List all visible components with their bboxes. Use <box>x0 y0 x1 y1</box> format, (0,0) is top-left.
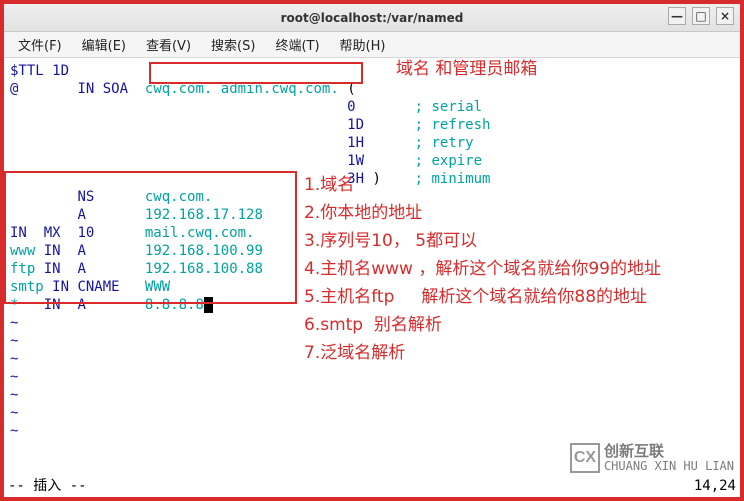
ttl-value: 1D <box>52 63 69 79</box>
window-title: root@localhost:/var/named <box>281 11 464 25</box>
menu-file[interactable]: 文件(F) <box>10 33 70 56</box>
vim-tilde: ~ <box>10 368 734 386</box>
watermark-logo: CX <box>570 443 600 473</box>
annot-7: 7.泛域名解析 <box>304 344 405 362</box>
menu-edit[interactable]: 编辑(E) <box>74 33 134 56</box>
zone-ttl-line: $TTL 1D <box>10 62 734 80</box>
expire-line: 1W ; expire <box>10 152 734 170</box>
soa-origin: @ <box>10 81 18 97</box>
vim-tilde: ~ <box>10 386 734 404</box>
maximize-button[interactable]: □ <box>692 7 710 25</box>
retry-line: 1H ; retry <box>10 134 734 152</box>
minimum-line: 3H ) ; minimum <box>10 170 734 188</box>
window-titlebar: root@localhost:/var/named — □ × <box>4 4 740 32</box>
menu-view[interactable]: 查看(V) <box>138 33 199 56</box>
menu-search[interactable]: 搜索(S) <box>203 33 263 56</box>
vim-mode: -- 插入 -- <box>8 477 87 495</box>
menubar: 文件(F) 编辑(E) 查看(V) 搜索(S) 终端(T) 帮助(H) <box>4 32 740 58</box>
soa-admin: admin.cwq.com. <box>221 81 339 97</box>
paropen: ( <box>347 81 355 97</box>
text-cursor <box>204 297 213 313</box>
vim-statusline: -- 插入 -- 14,24 <box>8 477 736 495</box>
annot-2: 2.你本地的地址 <box>304 204 422 222</box>
menu-term[interactable]: 终端(T) <box>267 33 327 56</box>
soa-comment-label: 域名 和管理员邮箱 <box>396 60 537 78</box>
watermark-text-cn: 创新互联 <box>604 442 734 460</box>
soa-in: IN <box>77 81 94 97</box>
zone-soa-line: @ IN SOA cwq.com. admin.cwq.com. ( <box>10 80 734 98</box>
serial-line: 0 ; serial <box>10 98 734 116</box>
refresh-line: 1D ; refresh <box>10 116 734 134</box>
vim-cursor-pos: 14,24 <box>694 477 736 495</box>
window-controls: — □ × <box>668 7 734 25</box>
close-button[interactable]: × <box>716 7 734 25</box>
minimize-button[interactable]: — <box>668 7 686 25</box>
annot-3: 3.序列号10， 5都可以 <box>304 232 477 250</box>
annot-1: 1.域名 <box>304 176 354 194</box>
vim-tilde: ~ <box>10 422 734 440</box>
annot-6: 6.smtp 别名解析 <box>304 316 442 334</box>
ttl-keyword: $TTL <box>10 63 44 79</box>
annot-5: 5.主机名ftp 解析这个域名就给你88的地址 <box>304 288 647 306</box>
terminal-area[interactable]: $TTL 1D @ IN SOA cwq.com. admin.cwq.com.… <box>4 58 740 497</box>
soa-primary: cwq.com. <box>145 81 212 97</box>
watermark-text-en: CHUANG XIN HU LIAN <box>604 460 734 473</box>
menu-help[interactable]: 帮助(H) <box>332 33 394 56</box>
soa-kw: SOA <box>103 81 128 97</box>
annot-4: 4.主机名www ，解析这个域名就给你99的地址 <box>304 260 661 278</box>
vim-tilde: ~ <box>10 404 734 422</box>
watermark: CX 创新互联 CHUANG XIN HU LIAN <box>570 442 734 473</box>
